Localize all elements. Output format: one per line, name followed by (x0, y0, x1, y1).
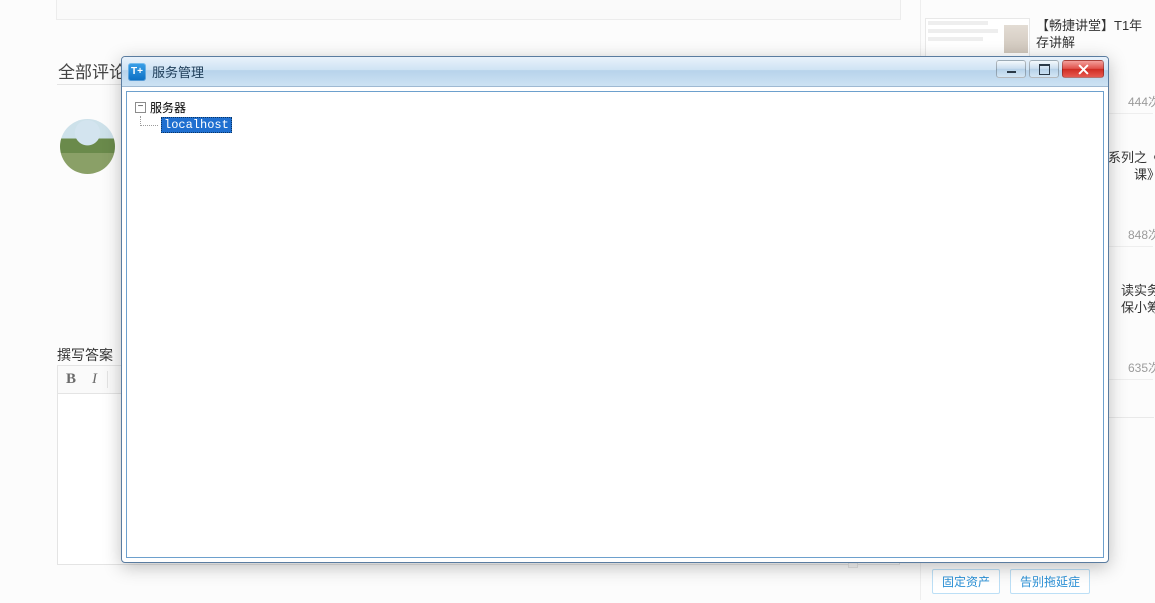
related-subtitle: 存讲解 (1036, 35, 1075, 50)
avatar[interactable] (60, 119, 115, 174)
window-title: 服务管理 (152, 62, 204, 81)
related-views: 848次 (1128, 226, 1155, 243)
server-tree: − 服务器 localhost (135, 98, 1095, 134)
tree-child-row[interactable]: localhost (135, 116, 1095, 134)
maximize-button[interactable] (1029, 60, 1059, 78)
window-client-area: − 服务器 localhost (126, 91, 1104, 558)
tag[interactable]: 告别拖延症 (1010, 569, 1090, 594)
tree-root-label: 服务器 (150, 99, 186, 116)
service-manager-window: T+ 服务管理 − 服务器 localhost (121, 56, 1109, 563)
close-button[interactable] (1062, 60, 1104, 78)
tree-connector (135, 116, 161, 134)
answer-label: 撰写答案 (57, 345, 113, 365)
related-subtitle: 保小筹 (1121, 300, 1155, 315)
tree-root-row[interactable]: − 服务器 (135, 98, 1095, 116)
tree-child-label: localhost (161, 117, 232, 133)
tag-row: 固定资产 告别拖延症 (932, 569, 1090, 594)
minimize-button[interactable] (996, 60, 1026, 78)
italic-button[interactable]: I (92, 371, 108, 388)
related-thumb (925, 18, 1030, 58)
app-icon: T+ (128, 63, 146, 81)
related-title: 系列之《 (1108, 150, 1155, 165)
related-item[interactable]: 【畅捷讲堂】T1年 存讲解 (925, 18, 1155, 58)
related-views: 444次 (1128, 93, 1155, 110)
related-title: 读实务 (1121, 283, 1155, 298)
tree-toggle[interactable]: − (135, 102, 146, 113)
bold-button[interactable]: B (66, 371, 76, 388)
related-title: 【畅捷讲堂】T1年 (1036, 18, 1142, 33)
bg-top-panel (56, 0, 901, 20)
tag[interactable]: 固定资产 (932, 569, 1000, 594)
close-icon (1078, 64, 1089, 75)
window-controls (996, 60, 1104, 78)
window-titlebar[interactable]: T+ 服务管理 (122, 57, 1108, 87)
related-subtitle: 课》 (1134, 167, 1155, 182)
comments-heading: 全部评论 (58, 58, 126, 83)
related-views: 635次 (1128, 359, 1155, 376)
